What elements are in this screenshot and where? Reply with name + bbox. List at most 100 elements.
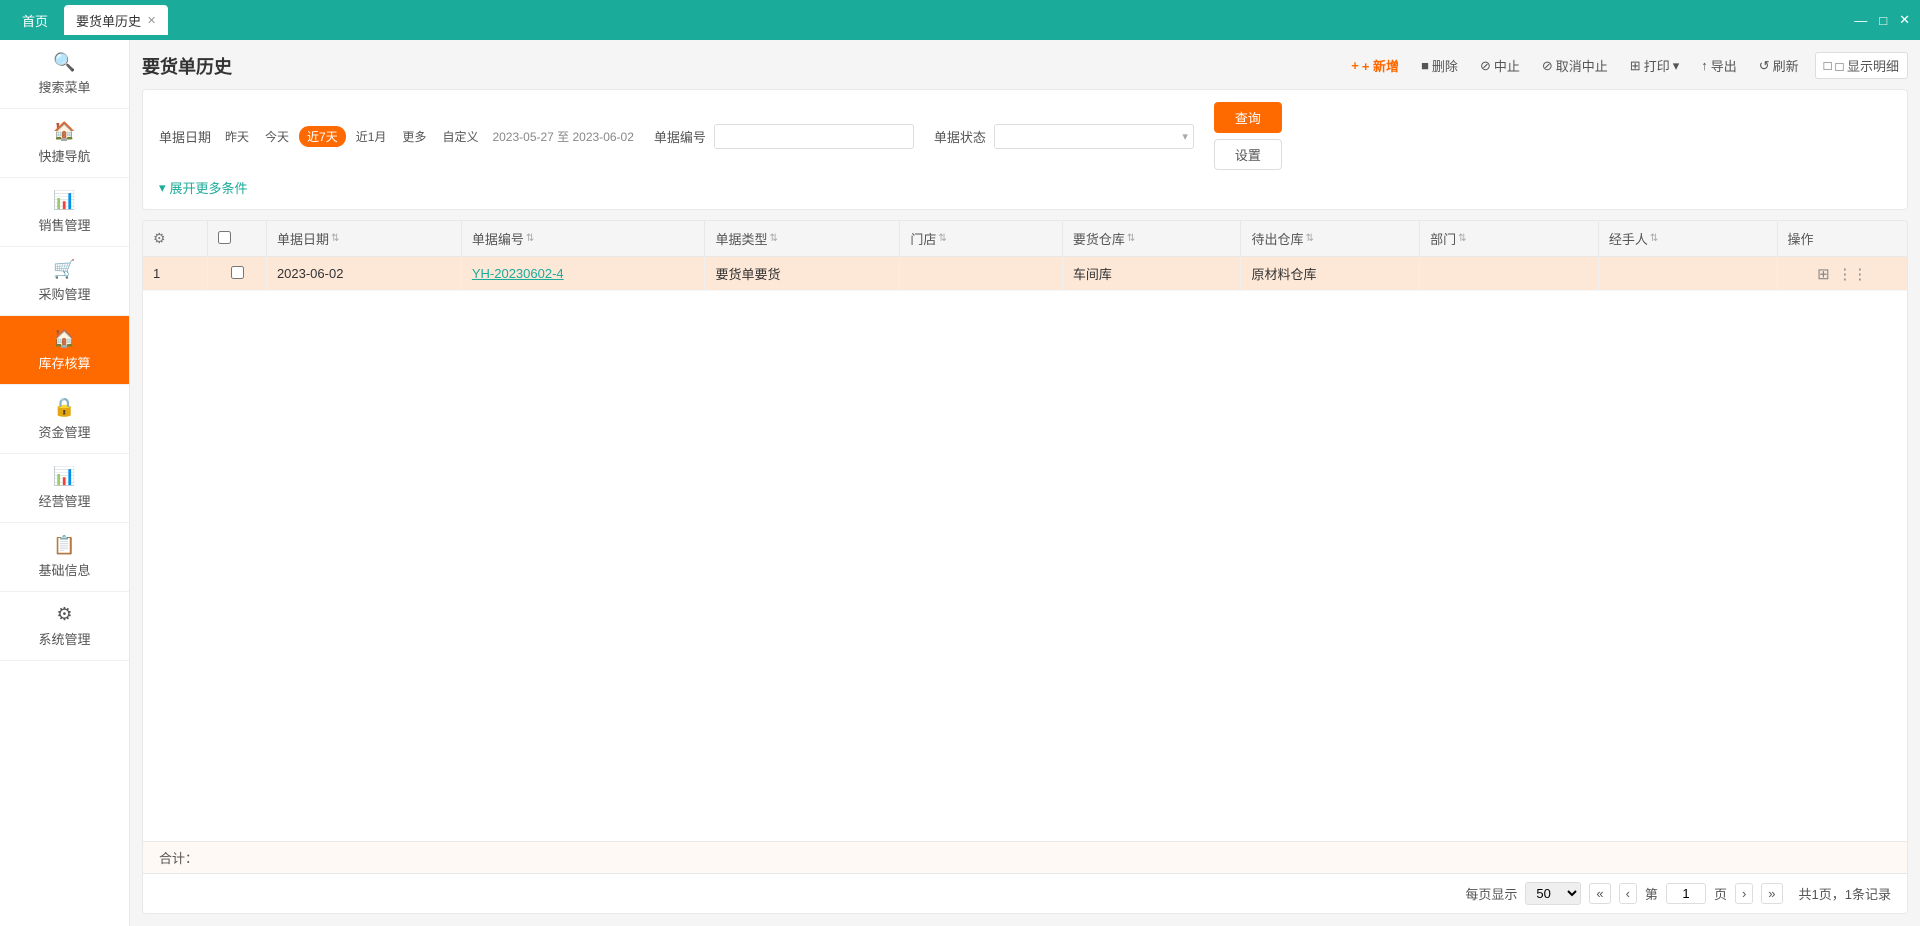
col-header-check bbox=[208, 221, 266, 257]
sort-type-button[interactable]: 单据类型 ⇅ bbox=[715, 229, 777, 248]
date-more-btn[interactable]: 更多 bbox=[396, 126, 432, 147]
sidebar-item-search[interactable]: 🔍 搜索菜单 bbox=[0, 40, 129, 109]
basic-icon: 📋 bbox=[53, 535, 75, 556]
col-header-dept: 部门 ⇅ bbox=[1420, 221, 1599, 257]
sidebar-item-purchase-label: 采购管理 bbox=[38, 284, 90, 303]
next-page-button[interactable]: › bbox=[1735, 883, 1753, 904]
row-req-wh: 车间库 bbox=[1062, 257, 1241, 291]
action-buttons: 查询 设置 bbox=[1214, 102, 1282, 170]
main-layout: 🔍 搜索菜单 🏠 快捷导航 📊 销售管理 🛒 采购管理 🏠 库存核算 🔒 资金管… bbox=[0, 40, 1920, 926]
content-area: 要货单历史 + + 新增 ■ 删除 ⊘ 中止 ⊘ 取消中止 bbox=[130, 40, 1920, 926]
print-icon: ⊞ bbox=[1630, 58, 1641, 74]
sidebar-item-search-label: 搜索菜单 bbox=[38, 77, 90, 96]
sort-pendwh-button[interactable]: 待出仓库 ⇅ bbox=[1251, 229, 1313, 248]
cancel-stop-button[interactable]: ⊘ 取消中止 bbox=[1536, 52, 1614, 79]
gear-settings-icon[interactable]: ⚙ bbox=[153, 230, 166, 246]
col-header-store: 门店 ⇅ bbox=[900, 221, 1062, 257]
expand-icon: ▾ bbox=[159, 180, 166, 196]
status-filter-group: 单据状态 ▾ bbox=[934, 124, 1194, 149]
table-row: 1 2023-06-02 YH-20230602-4 要货单要货 bbox=[143, 257, 1907, 291]
page-number-input[interactable] bbox=[1666, 883, 1706, 904]
row-check bbox=[208, 257, 266, 291]
expand-label: 展开更多条件 bbox=[170, 178, 248, 197]
sidebar-item-ops[interactable]: 📊 经营管理 bbox=[0, 454, 129, 523]
table-body: 1 2023-06-02 YH-20230602-4 要货单要货 bbox=[143, 257, 1907, 291]
row-ops: ⊞ ⋮⋮ bbox=[1777, 257, 1907, 291]
first-page-button[interactable]: « bbox=[1589, 883, 1610, 904]
select-all-checkbox[interactable] bbox=[218, 231, 231, 244]
new-button[interactable]: + + 新增 bbox=[1345, 52, 1405, 79]
date-last-month-btn[interactable]: 近1月 bbox=[350, 126, 393, 147]
query-button[interactable]: 查询 bbox=[1214, 102, 1282, 133]
tab-home[interactable]: 首页 bbox=[10, 5, 60, 35]
col-type-label: 单据类型 bbox=[715, 229, 767, 248]
print-button[interactable]: ⊞ 打印 ▾ bbox=[1624, 52, 1685, 79]
sort-num-button[interactable]: 单据编号 ⇅ bbox=[472, 229, 534, 248]
last-page-button[interactable]: » bbox=[1761, 883, 1782, 904]
maximize-icon[interactable]: □ bbox=[1879, 13, 1887, 28]
export-button[interactable]: ↑ 导出 bbox=[1695, 52, 1743, 79]
date-custom-btn[interactable]: 自定义 bbox=[436, 126, 484, 147]
sidebar-item-finance[interactable]: 🔒 资金管理 bbox=[0, 385, 129, 454]
refresh-icon: ↺ bbox=[1759, 58, 1770, 74]
minimize-icon[interactable]: — bbox=[1854, 13, 1867, 28]
sidebar-item-quicknav[interactable]: 🏠 快捷导航 bbox=[0, 109, 129, 178]
row-num: YH-20230602-4 bbox=[461, 257, 705, 291]
sidebar: 🔍 搜索菜单 🏠 快捷导航 📊 销售管理 🛒 采购管理 🏠 库存核算 🔒 资金管… bbox=[0, 40, 130, 926]
sort-store-button[interactable]: 门店 ⇅ bbox=[910, 229, 946, 248]
sort-handler-button[interactable]: 经手人 ⇅ bbox=[1609, 229, 1658, 248]
date-last7-btn[interactable]: 近7天 bbox=[299, 126, 346, 147]
sidebar-item-sales[interactable]: 📊 销售管理 bbox=[0, 178, 129, 247]
doc-no-input[interactable] bbox=[714, 124, 914, 149]
sort-dept-button[interactable]: 部门 ⇅ bbox=[1430, 229, 1466, 248]
tab-requisition-history[interactable]: 要货单历史 ✕ bbox=[64, 5, 168, 35]
page-suffix: 页 bbox=[1714, 884, 1727, 903]
col-num-label: 单据编号 bbox=[472, 229, 524, 248]
col-header-num: 单据编号 ⇅ bbox=[461, 221, 705, 257]
sidebar-item-inventory[interactable]: 🏠 库存核算 bbox=[0, 316, 129, 385]
display-cell-button[interactable]: □ □ 显示明细 bbox=[1815, 52, 1908, 79]
date-yesterday-btn[interactable]: 昨天 bbox=[219, 126, 255, 147]
refresh-button[interactable]: ↺ 刷新 bbox=[1753, 52, 1805, 79]
col-header-handler: 经手人 ⇅ bbox=[1598, 221, 1777, 257]
sidebar-item-system[interactable]: ⚙ 系统管理 bbox=[0, 592, 129, 661]
home-tab-label: 首页 bbox=[22, 11, 48, 30]
display-cell-label: □ 显示明细 bbox=[1836, 56, 1899, 75]
page-title: 要货单历史 bbox=[142, 53, 1345, 79]
row-date: 2023-06-02 bbox=[266, 257, 461, 291]
sort-num-icon: ⇅ bbox=[526, 233, 534, 244]
sort-reqwh-button[interactable]: 要货仓库 ⇅ bbox=[1073, 229, 1135, 248]
col-store-label: 门店 bbox=[910, 229, 936, 248]
close-tab-icon[interactable]: ✕ bbox=[147, 14, 156, 27]
per-page-select[interactable]: 50 10 20 100 bbox=[1525, 882, 1581, 905]
status-select[interactable] bbox=[994, 124, 1194, 149]
sidebar-item-purchase[interactable]: 🛒 采购管理 bbox=[0, 247, 129, 316]
col-ops-label: 操作 bbox=[1788, 232, 1814, 247]
row-checkbox[interactable] bbox=[231, 266, 244, 279]
expand-more-button[interactable]: ▾ 展开更多条件 bbox=[159, 178, 1891, 197]
sort-date-button[interactable]: 单据日期 ⇅ bbox=[277, 229, 339, 248]
col-handler-label: 经手人 bbox=[1609, 229, 1648, 248]
sort-handler-icon: ⇅ bbox=[1650, 233, 1658, 244]
table-scroll[interactable]: ⚙ 单据日期 ⇅ bbox=[143, 221, 1907, 841]
delete-button[interactable]: ■ 删除 bbox=[1415, 52, 1464, 79]
new-label: + 新增 bbox=[1362, 56, 1399, 75]
stop-button[interactable]: ⊘ 中止 bbox=[1474, 52, 1526, 79]
inventory-icon: 🏠 bbox=[53, 328, 75, 349]
doc-num-link[interactable]: YH-20230602-4 bbox=[472, 266, 564, 281]
close-window-icon[interactable]: ✕ bbox=[1899, 12, 1910, 28]
prev-page-button[interactable]: ‹ bbox=[1619, 883, 1637, 904]
status-label: 单据状态 bbox=[934, 127, 986, 146]
delete-label: 删除 bbox=[1432, 56, 1458, 75]
row-more-icon[interactable]: ⋮⋮ bbox=[1837, 266, 1867, 283]
col-header-type: 单据类型 ⇅ bbox=[705, 221, 900, 257]
filter-row: 单据日期 昨天 今天 近7天 近1月 更多 自定义 2023-05-27 至 2… bbox=[159, 102, 1891, 170]
row-dept bbox=[1420, 257, 1599, 291]
settings-button[interactable]: 设置 bbox=[1214, 139, 1282, 170]
sidebar-item-basic[interactable]: 📋 基础信息 bbox=[0, 523, 129, 592]
table-header: ⚙ 单据日期 ⇅ bbox=[143, 221, 1907, 257]
sales-icon: 📊 bbox=[53, 190, 75, 211]
row-edit-icon[interactable]: ⊞ bbox=[1817, 266, 1830, 283]
date-today-btn[interactable]: 今天 bbox=[259, 126, 295, 147]
data-table: ⚙ 单据日期 ⇅ bbox=[143, 221, 1907, 291]
